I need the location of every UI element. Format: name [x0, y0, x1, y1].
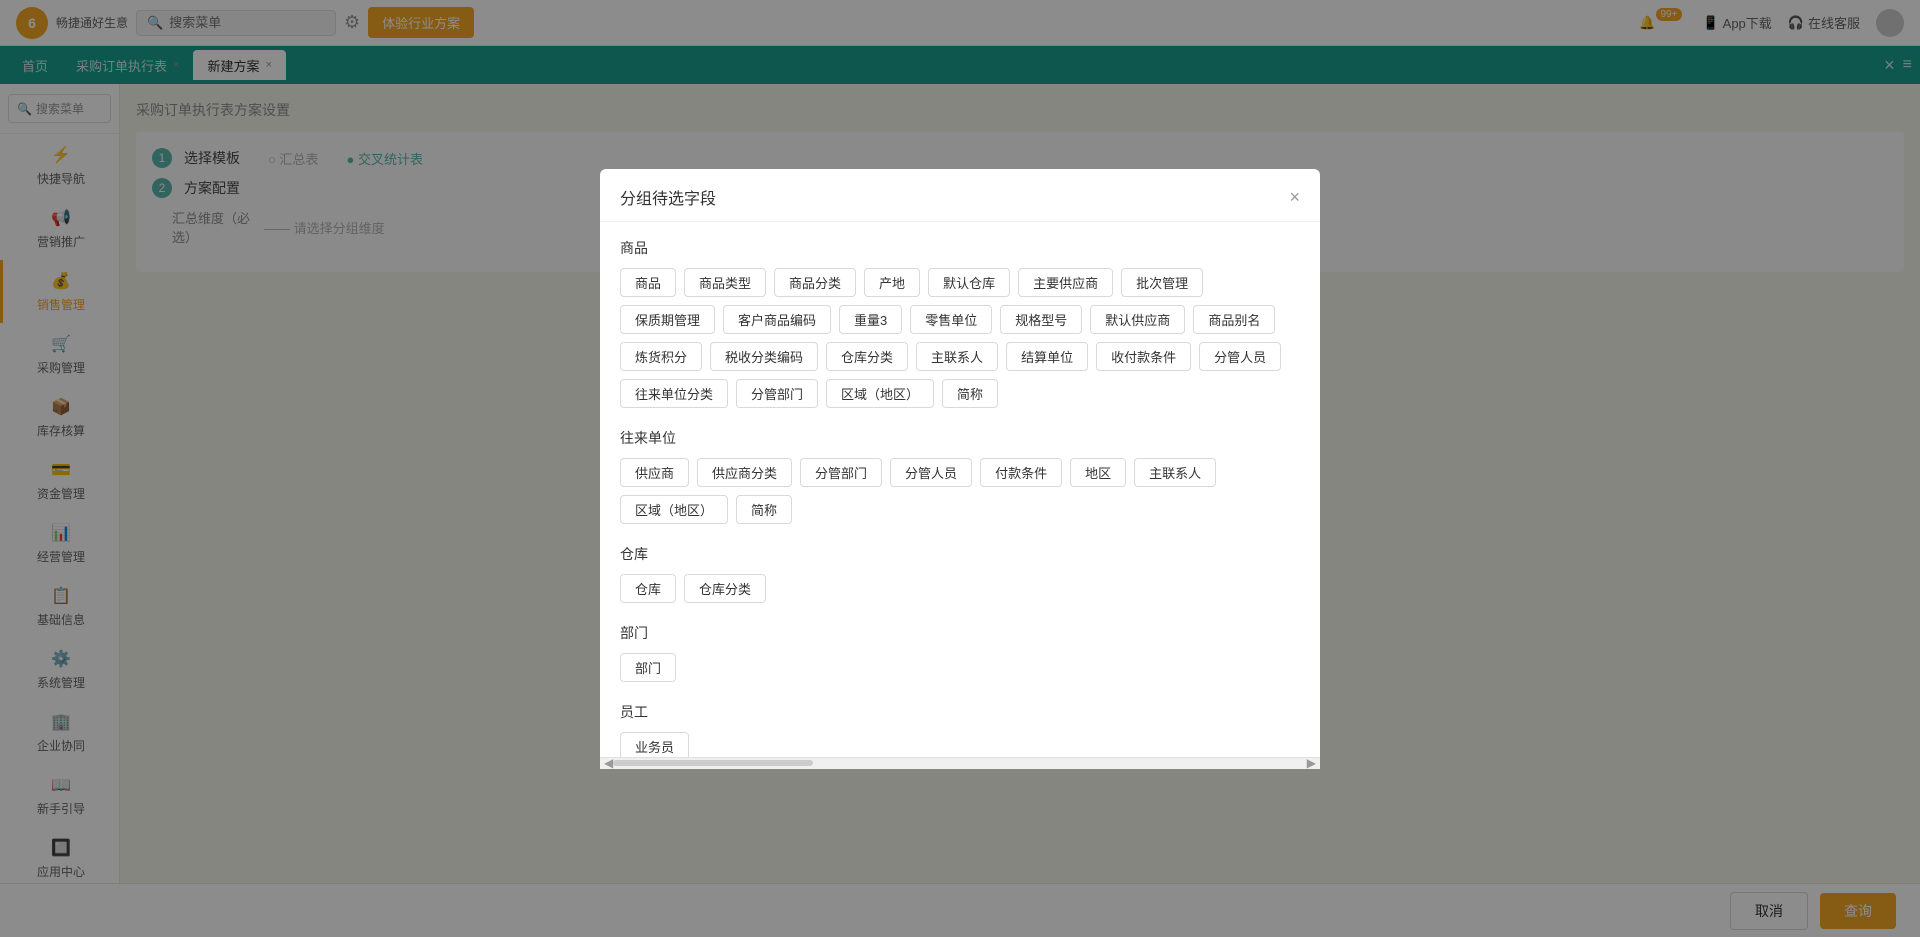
field-tags-goods: 商品 商品类型 商品分类 产地 默认仓库 主要供应商 批次管理 保质期管理 客户… — [620, 268, 1300, 408]
field-tag-partners-8[interactable]: 简称 — [736, 495, 792, 524]
field-tag-goods-2[interactable]: 商品分类 — [774, 268, 856, 297]
modal-body[interactable]: 商品 商品 商品类型 商品分类 产地 默认仓库 主要供应商 批次管理 保质期管理… — [600, 222, 1320, 757]
field-tag-partners-6[interactable]: 主联系人 — [1134, 458, 1216, 487]
field-tag-goods-4[interactable]: 默认仓库 — [928, 268, 1010, 297]
field-tag-partners-4[interactable]: 付款条件 — [980, 458, 1062, 487]
field-tag-goods-22[interactable]: 分管部门 — [736, 379, 818, 408]
field-section-employee: 员工 业务员 — [620, 702, 1300, 757]
field-tag-goods-21[interactable]: 往来单位分类 — [620, 379, 728, 408]
field-tag-department-0[interactable]: 部门 — [620, 653, 676, 682]
horizontal-scroll-thumb[interactable] — [613, 760, 813, 766]
field-tag-goods-18[interactable]: 结算单位 — [1006, 342, 1088, 371]
field-tag-goods-8[interactable]: 客户商品编码 — [723, 305, 831, 334]
section-partners-title: 往来单位 — [620, 428, 1300, 448]
field-tag-goods-9[interactable]: 重量3 — [839, 305, 902, 334]
field-tag-partners-7[interactable]: 区域（地区） — [620, 495, 728, 524]
field-tag-partners-2[interactable]: 分管部门 — [800, 458, 882, 487]
field-tags-employee: 业务员 — [620, 732, 1300, 757]
modal: 分组待选字段 × 商品 商品 商品类型 商品分类 产地 默认仓库 主要供应商 批… — [600, 169, 1320, 769]
field-tag-goods-14[interactable]: 炼货积分 — [620, 342, 702, 371]
field-section-warehouse: 仓库 仓库 仓库分类 — [620, 544, 1300, 603]
scroll-left-arrow[interactable]: ◀ — [604, 756, 613, 770]
field-tag-goods-0[interactable]: 商品 — [620, 268, 676, 297]
field-section-partners: 往来单位 供应商 供应商分类 分管部门 分管人员 付款条件 地区 主联系人 区域… — [620, 428, 1300, 524]
field-tag-goods-17[interactable]: 主联系人 — [916, 342, 998, 371]
field-tag-goods-13[interactable]: 商品别名 — [1193, 305, 1275, 334]
section-goods-title: 商品 — [620, 238, 1300, 258]
field-tag-goods-19[interactable]: 收付款条件 — [1096, 342, 1191, 371]
field-tag-employee-0[interactable]: 业务员 — [620, 732, 689, 757]
section-employee-title: 员工 — [620, 702, 1300, 722]
field-tag-goods-23[interactable]: 区域（地区） — [826, 379, 934, 408]
field-tags-partners: 供应商 供应商分类 分管部门 分管人员 付款条件 地区 主联系人 区域（地区） … — [620, 458, 1300, 524]
field-section-goods: 商品 商品 商品类型 商品分类 产地 默认仓库 主要供应商 批次管理 保质期管理… — [620, 238, 1300, 408]
field-tag-warehouse-1[interactable]: 仓库分类 — [684, 574, 766, 603]
field-tag-goods-11[interactable]: 规格型号 — [1000, 305, 1082, 334]
field-tag-goods-10[interactable]: 零售单位 — [910, 305, 992, 334]
field-tag-goods-20[interactable]: 分管人员 — [1199, 342, 1281, 371]
field-tag-goods-15[interactable]: 税收分类编码 — [710, 342, 818, 371]
field-tag-partners-5[interactable]: 地区 — [1070, 458, 1126, 487]
field-tag-goods-16[interactable]: 仓库分类 — [826, 342, 908, 371]
field-tag-goods-3[interactable]: 产地 — [864, 268, 920, 297]
field-tag-goods-24[interactable]: 简称 — [942, 379, 998, 408]
modal-overlay: 分组待选字段 × 商品 商品 商品类型 商品分类 产地 默认仓库 主要供应商 批… — [0, 0, 1920, 937]
field-tag-goods-6[interactable]: 批次管理 — [1121, 268, 1203, 297]
field-tag-goods-1[interactable]: 商品类型 — [684, 268, 766, 297]
field-tag-partners-1[interactable]: 供应商分类 — [697, 458, 792, 487]
scroll-right-arrow[interactable]: ▶ — [1307, 756, 1316, 770]
field-section-department: 部门 部门 — [620, 623, 1300, 682]
section-warehouse-title: 仓库 — [620, 544, 1300, 564]
field-tag-partners-0[interactable]: 供应商 — [620, 458, 689, 487]
section-department-title: 部门 — [620, 623, 1300, 643]
modal-close-btn[interactable]: × — [1289, 188, 1300, 206]
modal-bottom-scrollbar[interactable]: ◀ ▶ — [600, 757, 1320, 769]
field-tag-goods-7[interactable]: 保质期管理 — [620, 305, 715, 334]
field-tag-goods-5[interactable]: 主要供应商 — [1018, 268, 1113, 297]
modal-title: 分组待选字段 — [620, 185, 716, 209]
field-tags-warehouse: 仓库 仓库分类 — [620, 574, 1300, 603]
field-tag-warehouse-0[interactable]: 仓库 — [620, 574, 676, 603]
field-tag-goods-12[interactable]: 默认供应商 — [1090, 305, 1185, 334]
field-tags-department: 部门 — [620, 653, 1300, 682]
modal-header: 分组待选字段 × — [600, 169, 1320, 222]
field-tag-partners-3[interactable]: 分管人员 — [890, 458, 972, 487]
